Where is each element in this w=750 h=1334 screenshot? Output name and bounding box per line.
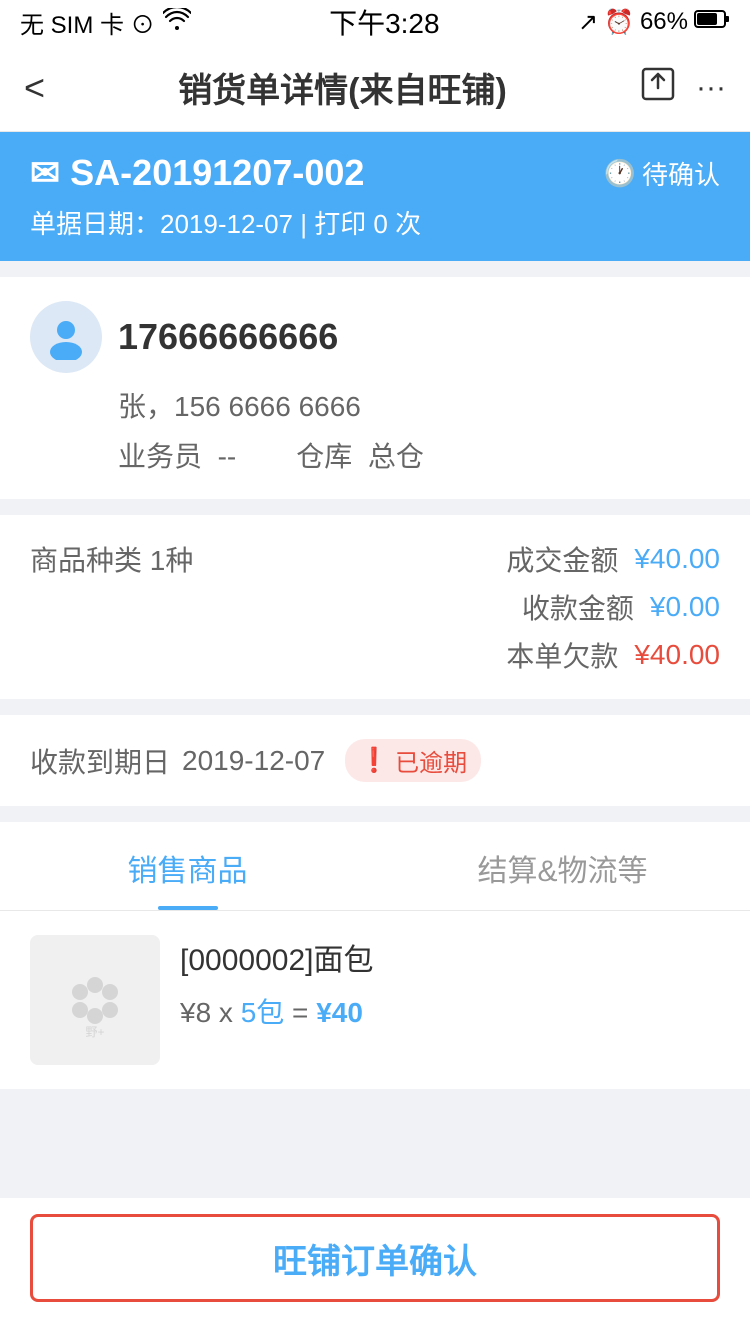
nav-bar: < 销货单详情(来自旺铺) ··· — [0, 44, 750, 132]
product-price-row: ¥8 x 5包 = ¥40 — [180, 991, 720, 1031]
status-time: 下午3:28 — [329, 2, 440, 42]
received-value: ¥0.00 — [650, 591, 720, 623]
page-title: 销货单详情(来自旺铺) — [178, 63, 507, 112]
share-button[interactable] — [640, 66, 676, 110]
product-qty: 5包 — [241, 997, 285, 1028]
tab-settlement[interactable]: 结算&物流等 — [375, 822, 750, 910]
overdue-badge: ❗ 已逾期 — [345, 739, 481, 782]
summary-left: 商品种类 1种 — [30, 539, 193, 579]
back-button[interactable]: < — [24, 67, 45, 109]
bottom-spacer — [0, 1089, 750, 1209]
location-icon: ↗ — [578, 8, 598, 37]
product-total: ¥40 — [316, 997, 363, 1028]
status-bar: 无 SIM 卡 ⊙ 下午3:28 ↗ ⏰ 66% — [0, 0, 750, 44]
equals-sign: = — [284, 997, 316, 1028]
product-type-label: 商品种类 1种 — [30, 539, 193, 579]
received-label: 收款金额 — [522, 587, 634, 627]
customer-detail: 张，156 6666 6666 — [118, 385, 720, 425]
alarm-icon: ⏰ — [604, 8, 634, 37]
order-header-row: ✉ SA-20191207-002 🕐 待确认 — [30, 152, 720, 194]
owed-label: 本单欠款 — [506, 635, 618, 675]
avatar — [30, 301, 102, 373]
owed-value: ¥40.00 — [634, 639, 720, 671]
due-date-card: 收款到期日 2019-12-07 ❗ 已逾期 — [0, 715, 750, 806]
customer-phone: 17666666666 — [118, 316, 338, 358]
battery-label: 66% — [640, 8, 688, 36]
overdue-icon: ❗ — [359, 746, 389, 775]
tab-sales-product[interactable]: 销售商品 — [0, 822, 375, 910]
deal-amount-row: 成交金额 ¥40.00 — [506, 539, 720, 579]
product-price: ¥8 x — [180, 997, 241, 1028]
clock-icon: 🕐 — [604, 158, 636, 189]
status-left: 无 SIM 卡 ⊙ — [20, 5, 191, 40]
more-button[interactable]: ··· — [696, 71, 726, 105]
deal-value: ¥40.00 — [634, 543, 720, 575]
battery-icon — [694, 8, 730, 36]
due-label: 收款到期日 — [30, 741, 170, 781]
wifi-icon — [163, 8, 191, 37]
received-amount-row: 收款金额 ¥0.00 — [522, 587, 720, 627]
customer-card: 17666666666 张，156 6666 6666 业务员 -- 仓库 总仓 — [0, 277, 750, 499]
staff-label: 业务员 -- — [118, 435, 236, 475]
product-info: [0000002]面包 ¥8 x 5包 = ¥40 — [180, 935, 720, 1031]
status-right: ↗ ⏰ 66% — [578, 8, 730, 37]
order-banner: ✉ SA-20191207-002 🕐 待确认 单据日期：2019-12-07 … — [0, 132, 750, 261]
order-status: 🕐 待确认 — [604, 155, 720, 192]
customer-staff-row: 业务员 -- 仓库 总仓 — [118, 435, 720, 475]
confirm-order-button[interactable]: 旺铺订单确认 — [30, 1214, 720, 1302]
order-icon: ✉ — [30, 152, 60, 194]
overdue-text: 已逾期 — [395, 743, 467, 778]
owed-amount-row: 本单欠款 ¥40.00 — [506, 635, 720, 675]
svg-text:野+: 野+ — [85, 1025, 104, 1039]
due-date-value: 2019-12-07 — [182, 745, 325, 777]
customer-main-row: 17666666666 — [30, 301, 720, 373]
nav-actions: ··· — [640, 66, 726, 110]
bottom-bar: 旺铺订单确认 — [0, 1198, 750, 1334]
summary-right: 成交金额 ¥40.00 收款金额 ¥0.00 本单欠款 ¥40.00 — [506, 539, 720, 675]
product-card: 野+ [0000002]面包 ¥8 x 5包 = ¥40 — [0, 911, 750, 1089]
order-meta: 单据日期：2019-12-07 | 打印 0 次 — [30, 204, 720, 241]
order-id: ✉ SA-20191207-002 — [30, 152, 364, 194]
summary-card: 商品种类 1种 成交金额 ¥40.00 收款金额 ¥0.00 本单欠款 ¥40.… — [0, 515, 750, 699]
warehouse-label: 仓库 总仓 — [296, 435, 424, 475]
tabs-bar: 销售商品 结算&物流等 — [0, 822, 750, 911]
product-image: 野+ — [30, 935, 160, 1065]
deal-label: 成交金额 — [506, 539, 618, 579]
product-name: [0000002]面包 — [180, 935, 720, 979]
sim-label: 无 SIM 卡 ⊙ — [20, 5, 155, 40]
